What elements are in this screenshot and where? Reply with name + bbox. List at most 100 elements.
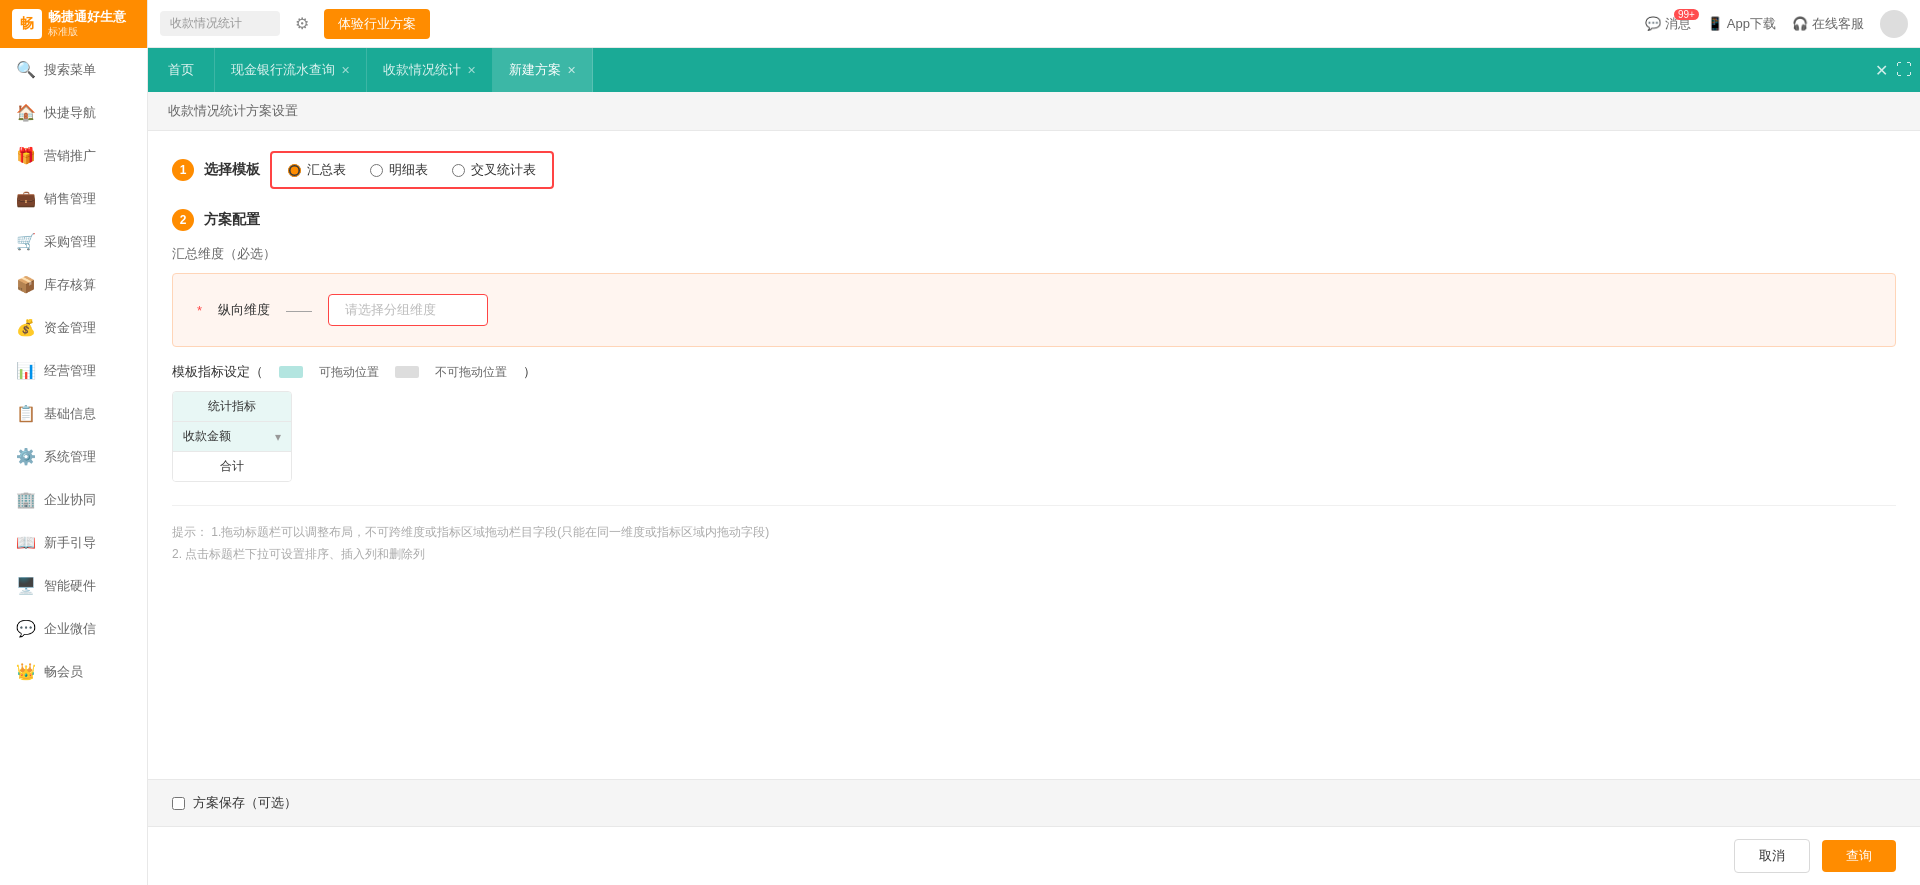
trial-button[interactable]: 体验行业方案 <box>324 9 430 39</box>
tab-bar-controls: ✕ ⛶ <box>1875 61 1920 80</box>
radio-detail[interactable] <box>370 164 383 177</box>
step2-header: 2 方案配置 <box>172 209 1896 231</box>
settings-icon[interactable]: ⚙ <box>288 10 316 38</box>
indicator-legend: 模板指标设定（ 可拖动位置 不可拖动位置 ） <box>172 363 1896 381</box>
message-icon: 💬 <box>1645 16 1661 31</box>
indicator-total: 合计 <box>173 452 291 481</box>
tab-home[interactable]: 首页 <box>148 48 215 92</box>
expand-icon[interactable]: ⛶ <box>1896 61 1912 79</box>
close-bank-flow-icon[interactable]: ✕ <box>341 64 350 77</box>
dimension-selector[interactable]: 请选择分组维度 <box>328 294 488 326</box>
search-menu-icon: 🔍 <box>16 60 36 79</box>
content-area: 收款情况统计方案设置 1 选择模板 汇总表 明细表 <box>148 92 1920 885</box>
sidebar-item-sales[interactable]: 💼 销售管理 <box>0 177 147 220</box>
sidebar-item-marketing[interactable]: 🎁 营销推广 <box>0 134 147 177</box>
basic-icon: 📋 <box>16 404 36 423</box>
breadcrumb: 收款情况统计 <box>160 11 280 36</box>
sidebar-item-purchase[interactable]: 🛒 采购管理 <box>0 220 147 263</box>
indicator-cell-amount[interactable]: 收款金额 ▾ <box>173 422 291 452</box>
tab-bar: 首页 现金银行流水查询 ✕ 收款情况统计 ✕ 新建方案 ✕ ✕ ⛶ <box>148 48 1920 92</box>
tab-bank-flow[interactable]: 现金银行流水查询 ✕ <box>215 48 367 92</box>
draggable-label: 可拖动位置 <box>319 364 379 381</box>
option-summary[interactable]: 汇总表 <box>288 161 346 179</box>
sidebar-item-inventory[interactable]: 📦 库存核算 <box>0 263 147 306</box>
sidebar-item-finance[interactable]: 💰 资金管理 <box>0 306 147 349</box>
option-detail[interactable]: 明细表 <box>370 161 428 179</box>
sidebar-item-system[interactable]: ⚙️ 系统管理 <box>0 435 147 478</box>
purchase-icon: 🛒 <box>16 232 36 251</box>
online-service-button[interactable]: 🎧 在线客服 <box>1792 15 1864 33</box>
save-option-label[interactable]: 方案保存（可选） <box>193 794 297 812</box>
header-left: 收款情况统计 ⚙ 体验行业方案 <box>160 9 430 39</box>
close-new-plan-icon[interactable]: ✕ <box>567 64 576 77</box>
app-download-button[interactable]: 📱 App下载 <box>1707 15 1776 33</box>
tip-line-1: 提示： 1.拖动标题栏可以调整布局，不可跨维度或指标区域拖动栏目字段(只能在同一… <box>172 522 1896 544</box>
inventory-icon: 📦 <box>16 275 36 294</box>
fixed-label: 不可拖动位置 <box>435 364 507 381</box>
step2-badge: 2 <box>172 209 194 231</box>
member-icon: 👑 <box>16 662 36 681</box>
sidebar-item-wechat[interactable]: 💬 企业微信 <box>0 607 147 650</box>
dimension-row: * 纵向维度 —— 请选择分组维度 <box>197 294 1871 326</box>
sidebar: 畅 畅捷通好生意 标准版 🔍 搜索菜单 🏠 快捷导航 🎁 营销推广 💼 销售管理… <box>0 0 148 885</box>
marketing-icon: 🎁 <box>16 146 36 165</box>
hardware-icon: 🖥️ <box>16 576 36 595</box>
tab-receipt-stat[interactable]: 收款情况统计 ✕ <box>367 48 493 92</box>
finance-icon: 💰 <box>16 318 36 337</box>
operation-icon: 📊 <box>16 361 36 380</box>
indicator-legend-close: ） <box>523 363 536 381</box>
dropdown-arrow-icon[interactable]: ▾ <box>275 430 281 444</box>
step1-title: 选择模板 <box>204 161 260 179</box>
system-icon: ⚙️ <box>16 447 36 466</box>
sidebar-item-hardware[interactable]: 🖥️ 智能硬件 <box>0 564 147 607</box>
user-avatar[interactable] <box>1880 10 1908 38</box>
tab-new-plan[interactable]: 新建方案 ✕ <box>493 48 593 92</box>
step1-section: 1 选择模板 汇总表 明细表 交叉统计表 <box>172 151 1896 189</box>
logo-text: 畅捷通好生意 标准版 <box>48 9 126 39</box>
option-cross[interactable]: 交叉统计表 <box>452 161 536 179</box>
sidebar-logo: 畅 畅捷通好生意 标准版 <box>0 0 147 48</box>
sidebar-item-basic[interactable]: 📋 基础信息 <box>0 392 147 435</box>
fixed-color <box>395 366 419 378</box>
step2-title: 方案配置 <box>204 211 260 229</box>
radio-summary[interactable] <box>288 164 301 177</box>
indicator-table-header: 统计指标 <box>173 392 291 422</box>
close-tab-icon[interactable]: ✕ <box>1875 61 1888 80</box>
tips-area: 提示： 1.拖动标题栏可以调整布局，不可跨维度或指标区域拖动栏目字段(只能在同一… <box>172 505 1896 565</box>
app-icon: 📱 <box>1707 16 1723 31</box>
message-button[interactable]: 💬 消息 99+ <box>1645 15 1691 33</box>
footer-bar: 取消 查询 <box>148 826 1920 885</box>
enterprise-icon: 🏢 <box>16 490 36 509</box>
header-right: 💬 消息 99+ 📱 App下载 🎧 在线客服 <box>1645 10 1908 38</box>
top-header: 收款情况统计 ⚙ 体验行业方案 💬 消息 99+ 📱 App下载 🎧 在线客服 <box>148 0 1920 48</box>
dimension-arrow: —— <box>286 303 312 318</box>
form-container: 1 选择模板 汇总表 明细表 交叉统计表 <box>148 131 1920 779</box>
dimension-area: * 纵向维度 —— 请选择分组维度 <box>172 273 1896 347</box>
save-checkbox[interactable] <box>172 797 185 810</box>
wechat-icon: 💬 <box>16 619 36 638</box>
sidebar-item-guide[interactable]: 📖 新手引导 <box>0 521 147 564</box>
sidebar-item-search[interactable]: 🔍 搜索菜单 <box>0 48 147 91</box>
radio-cross[interactable] <box>452 164 465 177</box>
sidebar-item-quicknav[interactable]: 🏠 快捷导航 <box>0 91 147 134</box>
template-options: 汇总表 明细表 交叉统计表 <box>270 151 554 189</box>
close-receipt-stat-icon[interactable]: ✕ <box>467 64 476 77</box>
tip-line-2: 2. 点击标题栏下拉可设置排序、插入列和删除列 <box>172 544 1896 566</box>
step1-badge: 1 <box>172 159 194 181</box>
query-button[interactable]: 查询 <box>1822 840 1896 872</box>
cancel-button[interactable]: 取消 <box>1734 839 1810 873</box>
sidebar-nav: 🔍 搜索菜单 🏠 快捷导航 🎁 营销推广 💼 销售管理 🛒 采购管理 📦 库存核… <box>0 48 147 885</box>
step1-header: 1 选择模板 汇总表 明细表 交叉统计表 <box>172 151 1896 189</box>
indicator-table: 统计指标 收款金额 ▾ 合计 <box>172 391 292 482</box>
quick-nav-icon: 🏠 <box>16 103 36 122</box>
service-icon: 🎧 <box>1792 16 1808 31</box>
save-option-bar: 方案保存（可选） <box>148 779 1920 826</box>
indicator-section: 模板指标设定（ 可拖动位置 不可拖动位置 ） 统计指标 <box>172 363 1896 485</box>
indicator-section-label: 模板指标设定（ <box>172 363 263 381</box>
sidebar-item-operation[interactable]: 📊 经营管理 <box>0 349 147 392</box>
required-mark: * <box>197 303 202 318</box>
guide-icon: 📖 <box>16 533 36 552</box>
sidebar-item-enterprise[interactable]: 🏢 企业协同 <box>0 478 147 521</box>
logo-icon: 畅 <box>12 9 42 39</box>
sidebar-item-member[interactable]: 👑 畅会员 <box>0 650 147 693</box>
